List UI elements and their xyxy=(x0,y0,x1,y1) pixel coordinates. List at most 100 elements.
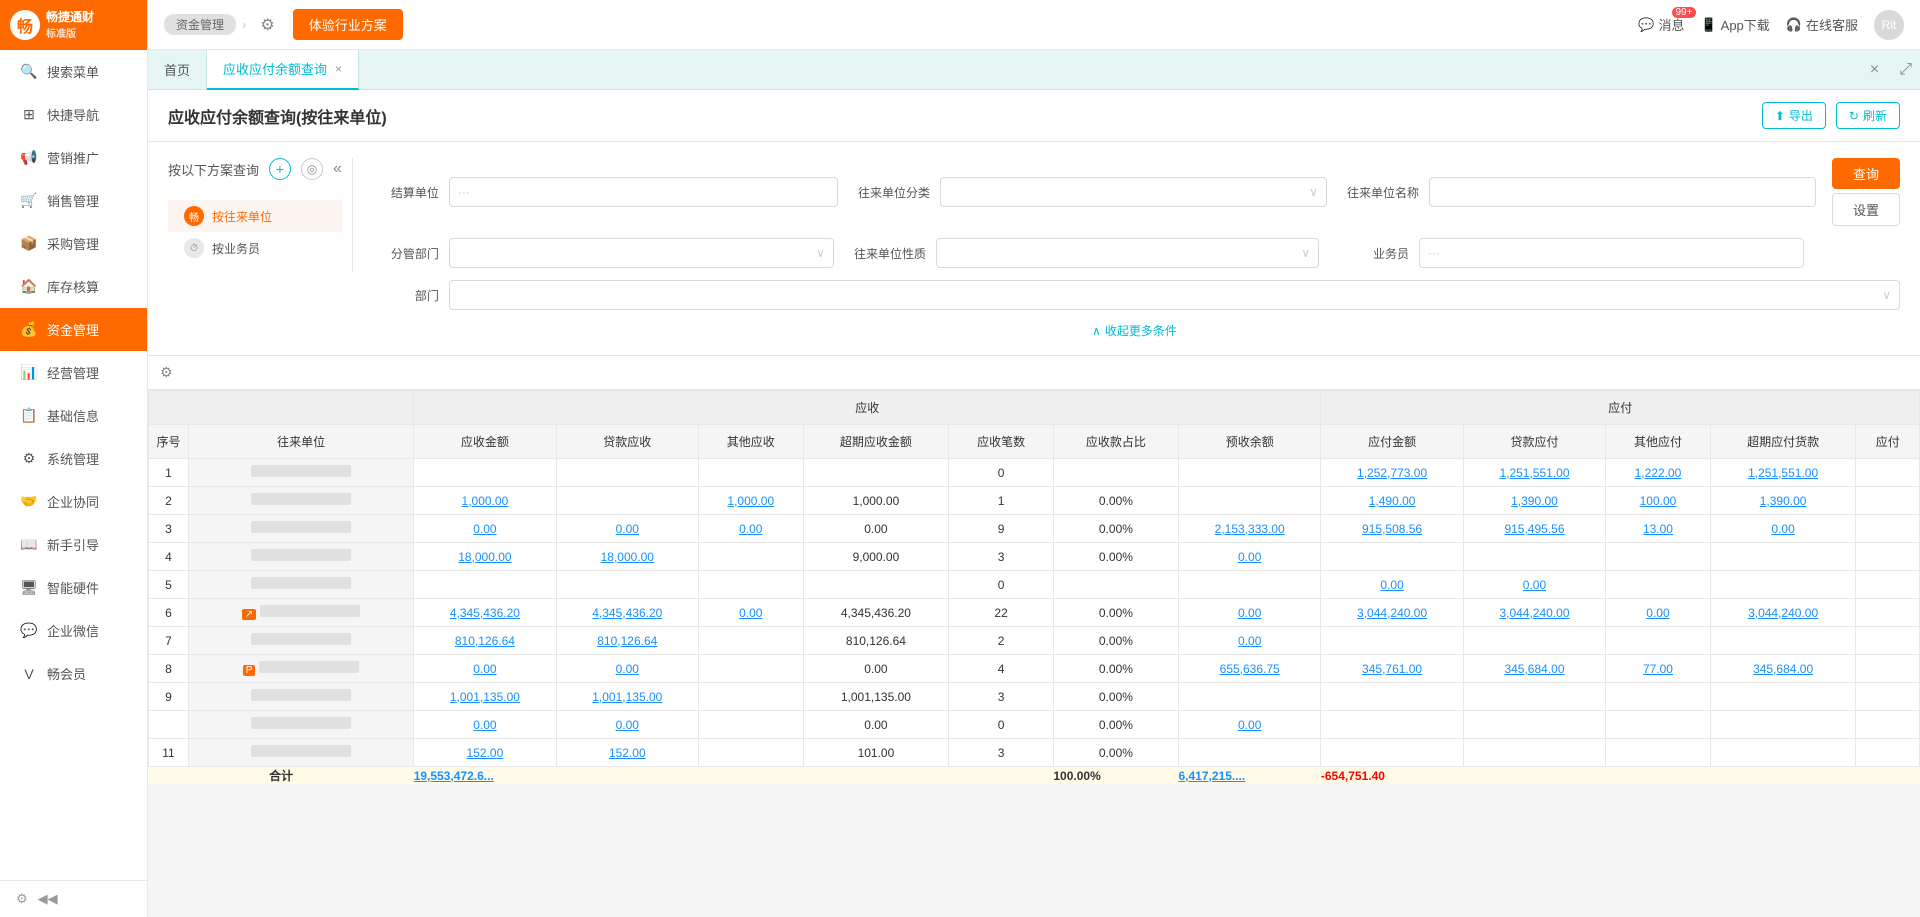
gear-icon[interactable]: ⚙ xyxy=(260,15,274,35)
table-cell[interactable] xyxy=(556,571,698,599)
table-cell[interactable]: 655,636.75 xyxy=(1179,655,1321,683)
filter-collapse-button[interactable]: « xyxy=(333,160,342,178)
sidebar-item-wechat[interactable]: 💬 企业微信 xyxy=(0,609,147,652)
table-cell[interactable]: 4,345,436.20 xyxy=(414,599,556,627)
table-cell[interactable]: 810,126.64 xyxy=(556,627,698,655)
table-cell[interactable] xyxy=(1321,683,1463,711)
promo-button[interactable]: 体验行业方案 xyxy=(293,9,403,40)
table-cell[interactable] xyxy=(556,459,698,487)
table-cell[interactable]: 3,044,240.00 xyxy=(1710,599,1856,627)
table-cell[interactable] xyxy=(698,459,803,487)
sidebar-collapse-icon[interactable]: ◀◀ xyxy=(38,891,58,907)
table-cell[interactable] xyxy=(1606,627,1711,655)
sidebar-item-operations[interactable]: 📊 经营管理 xyxy=(0,351,147,394)
sidebar-item-purchase[interactable]: 📦 采购管理 xyxy=(0,222,147,265)
table-cell[interactable] xyxy=(556,487,698,515)
footer-ar-amount[interactable]: 19,553,472.6... xyxy=(414,767,556,785)
table-cell[interactable]: 0.00 xyxy=(1179,627,1321,655)
table-cell[interactable]: 1,390.00 xyxy=(1463,487,1605,515)
sidebar-item-quick-nav[interactable]: ⊞ 快捷导航 xyxy=(0,93,147,136)
table-cell[interactable] xyxy=(1179,683,1321,711)
table-cell[interactable] xyxy=(1321,627,1463,655)
export-button[interactable]: ⬆ 导出 xyxy=(1762,102,1826,129)
table-cell[interactable]: 915,508.56 xyxy=(1321,515,1463,543)
partner-category-select[interactable]: ∨ xyxy=(940,177,1327,207)
messages-button[interactable]: 💬 消息 99+ xyxy=(1638,15,1684,34)
sidebar-item-system[interactable]: ⚙ 系统管理 xyxy=(0,437,147,480)
table-cell[interactable] xyxy=(1710,571,1856,599)
table-cell[interactable] xyxy=(698,683,803,711)
table-cell[interactable] xyxy=(1179,487,1321,515)
salesperson-input[interactable]: ··· xyxy=(1419,238,1804,268)
table-cell[interactable]: 0.00 xyxy=(698,599,803,627)
table-cell[interactable] xyxy=(1606,711,1711,739)
table-cell[interactable]: 0.00 xyxy=(1606,599,1711,627)
table-cell[interactable]: 345,684.00 xyxy=(1710,655,1856,683)
table-cell[interactable] xyxy=(1179,571,1321,599)
table-cell[interactable]: 152.00 xyxy=(556,739,698,767)
table-cell[interactable] xyxy=(1606,683,1711,711)
table-cell[interactable]: 0.00 xyxy=(556,711,698,739)
table-cell[interactable]: 810,126.64 xyxy=(414,627,556,655)
table-cell[interactable]: 0.00 xyxy=(1179,711,1321,739)
table-cell[interactable]: 0.00 xyxy=(1463,571,1605,599)
table-cell[interactable] xyxy=(1710,739,1856,767)
table-cell[interactable] xyxy=(1710,543,1856,571)
table-cell[interactable]: 3,044,240.00 xyxy=(1463,599,1605,627)
managed-dept-select[interactable]: ∨ xyxy=(449,238,834,268)
table-cell[interactable] xyxy=(1710,627,1856,655)
table-cell[interactable] xyxy=(698,711,803,739)
table-cell[interactable]: 1,000.00 xyxy=(698,487,803,515)
online-service-button[interactable]: 🎧 在线客服 xyxy=(1786,15,1858,34)
tab-home[interactable]: 首页 xyxy=(148,50,207,90)
table-cell[interactable]: 1,001,135.00 xyxy=(414,683,556,711)
table-cell[interactable] xyxy=(1606,543,1711,571)
filter-collapse-button[interactable]: ∧ 收起更多条件 xyxy=(1092,322,1177,339)
table-cell[interactable]: 1,000.00 xyxy=(414,487,556,515)
sidebar-item-member[interactable]: V 畅会员 xyxy=(0,652,147,695)
table-cell[interactable] xyxy=(1321,543,1463,571)
sidebar-item-cooperation[interactable]: 🤝 企业协同 xyxy=(0,480,147,523)
department-select[interactable]: ∨ xyxy=(449,280,1900,310)
table-settings-icon[interactable]: ⚙ xyxy=(160,364,173,381)
table-cell[interactable]: 915,495.56 xyxy=(1463,515,1605,543)
table-cell[interactable] xyxy=(698,739,803,767)
sidebar-item-basic-info[interactable]: 📋 基础信息 xyxy=(0,394,147,437)
table-cell[interactable] xyxy=(1710,683,1856,711)
table-cell[interactable] xyxy=(698,571,803,599)
table-cell[interactable] xyxy=(1179,459,1321,487)
table-cell[interactable] xyxy=(698,627,803,655)
table-cell[interactable] xyxy=(1463,711,1605,739)
sidebar-item-sales[interactable]: 🛒 销售管理 xyxy=(0,179,147,222)
table-cell[interactable]: 77.00 xyxy=(1606,655,1711,683)
table-cell[interactable]: 13.00 xyxy=(1606,515,1711,543)
table-cell[interactable]: 0.00 xyxy=(1321,571,1463,599)
table-cell[interactable]: 0.00 xyxy=(556,515,698,543)
table-cell[interactable]: 0.00 xyxy=(414,711,556,739)
table-cell[interactable] xyxy=(414,571,556,599)
partner-nature-select[interactable]: ∨ xyxy=(936,238,1319,268)
table-cell[interactable]: 0.00 xyxy=(1710,515,1856,543)
table-cell[interactable] xyxy=(1321,739,1463,767)
table-cell[interactable] xyxy=(1463,627,1605,655)
table-cell[interactable] xyxy=(1463,543,1605,571)
table-cell[interactable] xyxy=(1606,571,1711,599)
sidebar-item-inventory[interactable]: 🏠 库存核算 xyxy=(0,265,147,308)
table-cell[interactable] xyxy=(1321,711,1463,739)
table-cell[interactable]: 1,222.00 xyxy=(1606,459,1711,487)
table-cell[interactable]: 0.00 xyxy=(414,655,556,683)
filter-config-button[interactable]: ◎ xyxy=(301,158,323,180)
table-cell[interactable]: 0.00 xyxy=(1179,543,1321,571)
table-cell[interactable] xyxy=(1710,711,1856,739)
sidebar-item-guide[interactable]: 📖 新手引导 xyxy=(0,523,147,566)
query-button[interactable]: 查询 xyxy=(1832,158,1900,189)
sidebar-item-marketing[interactable]: 📢 营销推广 xyxy=(0,136,147,179)
filter-scheme-item-partner[interactable]: 畅 按往来单位 xyxy=(168,200,342,232)
table-cell[interactable]: 18,000.00 xyxy=(556,543,698,571)
sidebar-item-finance[interactable]: 💰 资金管理 xyxy=(0,308,147,351)
table-cell[interactable]: 18,000.00 xyxy=(414,543,556,571)
table-cell[interactable]: 100.00 xyxy=(1606,487,1711,515)
table-cell[interactable]: 1,001,135.00 xyxy=(556,683,698,711)
table-cell[interactable]: 0.00 xyxy=(414,515,556,543)
table-cell[interactable]: 1,390.00 xyxy=(1710,487,1856,515)
